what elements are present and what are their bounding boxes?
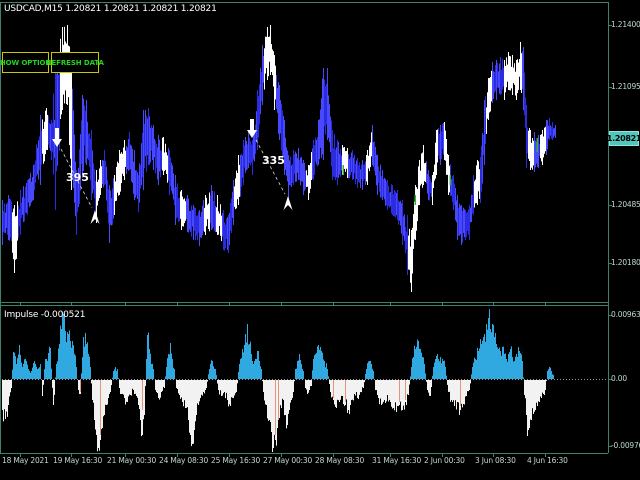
time-axis-label: 24 May 08:30 — [159, 456, 209, 465]
time-axis-label: 19 May 16:30 — [53, 456, 103, 465]
time-axis-label: 4 Jun 16:30 — [527, 456, 568, 465]
indicator-axis-label: -0.009765 — [611, 441, 640, 450]
measurement-label: 395 — [66, 171, 89, 184]
show-options-button[interactable]: SHOW OPTIONS — [0, 52, 56, 73]
time-axis-label: 3 Jun 08:30 — [475, 456, 516, 465]
measurement-dashed-line — [255, 139, 286, 195]
up-arrow-icon — [283, 196, 293, 210]
indicator-name-label: Impulse -0.000521 — [4, 310, 86, 320]
indicator-axis-label: 0.009637 — [611, 310, 640, 319]
mt4-chart-window: USDCAD,M15 1.20821 1.20821 1.20821 1.208… — [0, 0, 640, 480]
price-axis-label: 1.21095 — [611, 82, 640, 91]
time-axis-label: 27 May 00:30 — [263, 456, 313, 465]
current-price-box: 1.20821 — [607, 131, 640, 146]
measurement-label: 335 — [262, 154, 285, 167]
up-arrow-icon — [90, 210, 100, 224]
time-axis-label: 28 May 08:30 — [315, 456, 365, 465]
time-axis-label: 2 Jun 00:30 — [424, 456, 465, 465]
time-axis-label: 21 May 00:30 — [107, 456, 157, 465]
time-axis-label: 31 May 16:30 — [372, 456, 422, 465]
price-axis-label: 1.20485 — [611, 200, 640, 209]
refresh-data-button[interactable]: REFRESH DATA — [46, 52, 104, 73]
indicator-axis-label: 0.00 — [611, 374, 627, 383]
price-axis-label: 1.21400 — [611, 20, 640, 29]
price-axis-label: 1.20180 — [611, 258, 640, 267]
time-axis-label: 25 May 16:30 — [211, 456, 261, 465]
chart-symbol-title: USDCAD,M15 1.20821 1.20821 1.20821 1.208… — [4, 4, 217, 14]
time-axis-label: 18 May 2021 — [2, 456, 49, 465]
